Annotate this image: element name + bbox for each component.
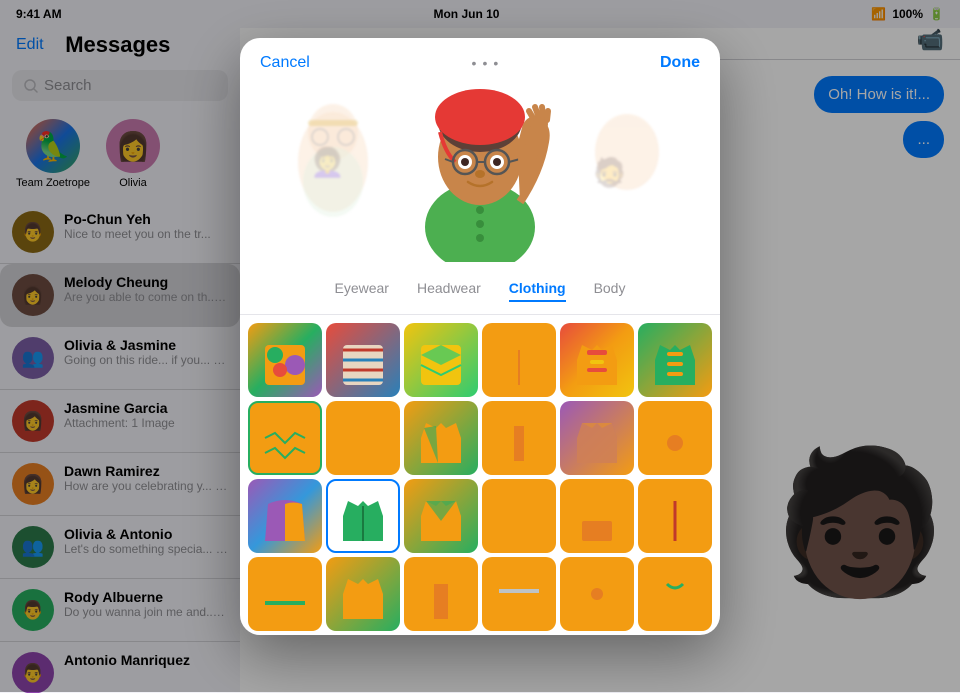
memoji-main bbox=[390, 62, 570, 282]
memoji-preview-area: 👩‍🦱 bbox=[240, 72, 720, 272]
clothing-option[interactable] bbox=[404, 557, 478, 631]
clothing-option[interactable] bbox=[326, 323, 400, 397]
clothing-option[interactable] bbox=[560, 479, 634, 553]
tab-clothing[interactable]: Clothing bbox=[509, 280, 566, 302]
tab-body[interactable]: Body bbox=[594, 280, 626, 302]
clothing-option[interactable] bbox=[326, 479, 400, 553]
svg-text:🧔: 🧔 bbox=[592, 155, 627, 189]
clothing-option[interactable] bbox=[482, 323, 556, 397]
clothing-option[interactable] bbox=[326, 401, 400, 475]
clothing-option[interactable] bbox=[404, 479, 478, 553]
svg-text:👩‍🦱: 👩‍🦱 bbox=[310, 145, 345, 179]
tab-eyewear[interactable]: Eyewear bbox=[335, 280, 389, 302]
memoji-editor-modal: Cancel ••• Done 👩‍🦱 bbox=[240, 38, 720, 635]
clothing-option[interactable] bbox=[560, 401, 634, 475]
memoji-left: 👩‍🦱 bbox=[288, 92, 378, 251]
clothing-option[interactable] bbox=[482, 557, 556, 631]
tab-headwear[interactable]: Headwear bbox=[417, 280, 481, 302]
clothing-option[interactable] bbox=[638, 479, 712, 553]
clothing-option[interactable] bbox=[248, 323, 322, 397]
cancel-button[interactable]: Cancel bbox=[260, 54, 310, 72]
clothing-option[interactable] bbox=[326, 557, 400, 631]
modal-overlay: Cancel ••• Done 👩‍🦱 bbox=[0, 0, 960, 692]
done-button[interactable]: Done bbox=[660, 54, 700, 72]
clothing-option[interactable] bbox=[560, 323, 634, 397]
clothing-option[interactable] bbox=[248, 479, 322, 553]
clothing-option[interactable] bbox=[248, 401, 322, 475]
clothing-option[interactable] bbox=[638, 323, 712, 397]
clothing-option[interactable] bbox=[482, 401, 556, 475]
clothing-option[interactable] bbox=[248, 557, 322, 631]
clothing-option[interactable] bbox=[638, 401, 712, 475]
clothing-grid bbox=[240, 315, 720, 635]
clothing-option[interactable] bbox=[404, 401, 478, 475]
clothing-option[interactable] bbox=[404, 323, 478, 397]
clothing-option[interactable] bbox=[482, 479, 556, 553]
clothing-option[interactable] bbox=[638, 557, 712, 631]
clothing-option[interactable] bbox=[560, 557, 634, 631]
memoji-right: 🧔 bbox=[582, 92, 672, 251]
